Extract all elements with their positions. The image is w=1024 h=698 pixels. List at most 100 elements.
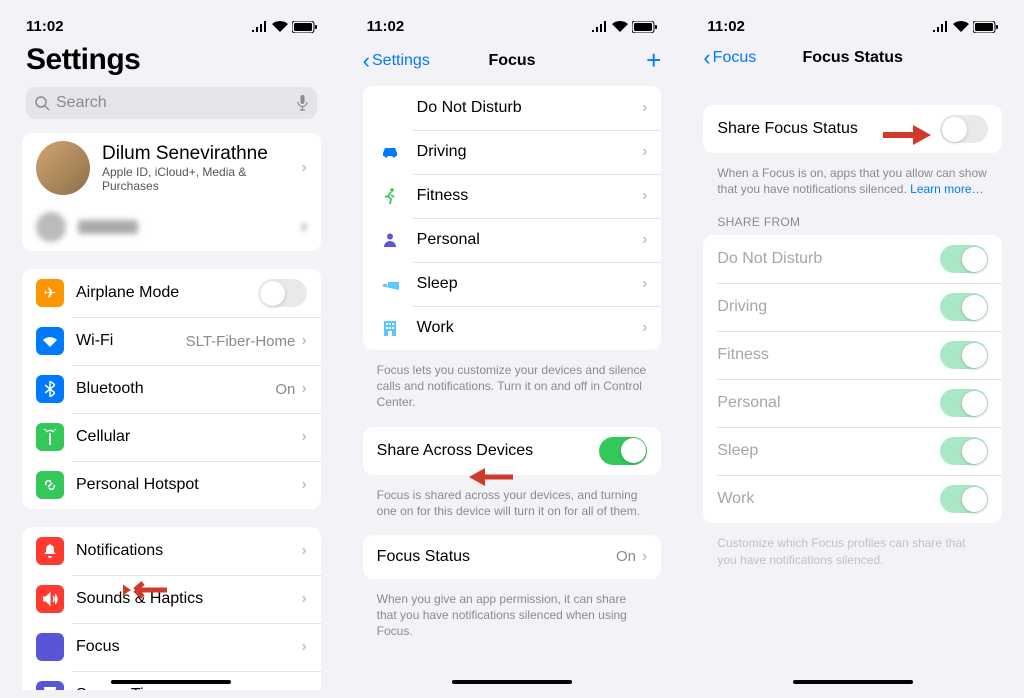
focus-mode-fitness[interactable]: Fitness›	[363, 174, 662, 218]
setting-row-sounds-haptics[interactable]: Sounds & Haptics›	[22, 575, 321, 623]
moon-icon	[36, 633, 64, 661]
row-label: Sleep	[717, 442, 940, 460]
status-bar: 11:02	[689, 8, 1016, 39]
setting-row-personal-hotspot[interactable]: Personal Hotspot›	[22, 461, 321, 509]
focus-mode-do-not-disturb[interactable]: Do Not Disturb›	[363, 86, 662, 130]
chevron-left-icon: ‹	[363, 48, 370, 74]
chevron-right-icon: ›	[642, 99, 647, 117]
share-from-driving[interactable]: Driving	[703, 283, 1002, 331]
row-label: Driving	[417, 143, 642, 161]
share-from-do-not-disturb[interactable]: Do Not Disturb	[703, 235, 1002, 283]
share-toggle[interactable]	[599, 437, 647, 465]
chevron-right-icon: ›	[301, 638, 306, 656]
toggle[interactable]	[940, 245, 988, 273]
share-from-section: Do Not Disturb Driving Fitness Personal Slee…	[703, 235, 1002, 523]
toggle[interactable]	[940, 437, 988, 465]
focus-mode-work[interactable]: Work›	[363, 306, 662, 350]
apple-id-row[interactable]: Dilum Senevirathne Apple ID, iCloud+, Me…	[22, 133, 321, 203]
focus-status-detail: On	[616, 548, 636, 565]
status-bar: 11:02	[349, 8, 676, 39]
avatar	[36, 141, 90, 195]
row-label: Sleep	[417, 275, 642, 293]
share-from-work[interactable]: Work	[703, 475, 1002, 523]
chevron-right-icon: ›	[642, 275, 647, 293]
screen-focus-status: 11:02 ‹Focus Focus Status Share Focus St…	[689, 8, 1016, 690]
chevron-right-icon: ›	[642, 187, 647, 205]
row-label: Personal	[717, 394, 940, 412]
row-detail: On	[275, 381, 295, 398]
profile-sub: Apple ID, iCloud+, Media & Purchases	[102, 165, 301, 193]
share-focus-status-row[interactable]: Share Focus Status	[703, 105, 1002, 153]
setting-row-cellular[interactable]: Cellular›	[22, 413, 321, 461]
status-icons	[932, 21, 998, 33]
notifications-section: Notifications›Sounds & Haptics›Focus›Scr…	[22, 527, 321, 690]
screen-focus: 11:02 ‹Settings Focus + Do Not Disturb›D…	[349, 8, 676, 690]
toggle[interactable]	[940, 485, 988, 513]
toggle[interactable]	[940, 341, 988, 369]
screen-settings: 11:02 Settings Search Dilum Senevirathne…	[8, 8, 335, 690]
link-icon	[36, 471, 64, 499]
share-from-fitness[interactable]: Fitness	[703, 331, 1002, 379]
home-indicator	[793, 680, 913, 685]
row-label: Fitness	[717, 346, 940, 364]
row-label: Personal Hotspot	[76, 476, 301, 494]
share-across-devices-row[interactable]: Share Across Devices	[363, 427, 662, 475]
row-label: Sounds & Haptics	[76, 590, 301, 608]
back-button[interactable]: ‹Settings	[363, 48, 430, 74]
nav-bar: ‹Settings Focus +	[349, 39, 676, 86]
row-label: Fitness	[417, 187, 642, 205]
share-from-personal[interactable]: Personal	[703, 379, 1002, 427]
run-icon	[377, 188, 403, 204]
row-label: Driving	[717, 298, 940, 316]
share-focus-status-toggle[interactable]	[940, 115, 988, 143]
row-label: Focus	[76, 638, 301, 656]
chevron-right-icon: ›	[301, 428, 306, 446]
share-from-sleep[interactable]: Sleep	[703, 427, 1002, 475]
person-icon	[377, 233, 403, 247]
add-button[interactable]: +	[646, 45, 661, 76]
chevron-right-icon: ›	[301, 686, 306, 690]
chevron-right-icon: ›	[301, 380, 306, 398]
nav-bar: ‹Focus Focus Status	[689, 39, 1016, 81]
share-focus-footer: When a Focus is on, apps that you allow …	[689, 159, 1016, 213]
focus-mode-sleep[interactable]: Sleep›	[363, 262, 662, 306]
row-label: Screen Time	[76, 686, 301, 690]
car-icon	[377, 146, 403, 158]
learn-more-link[interactable]: Learn more…	[910, 182, 983, 196]
share-devices-section: Share Across Devices	[363, 427, 662, 475]
setting-row-airplane-mode[interactable]: ✈︎Airplane Mode	[22, 269, 321, 317]
focus-mode-driving[interactable]: Driving›	[363, 130, 662, 174]
share-footer: Focus is shared across your devices, and…	[349, 481, 676, 535]
connectivity-section: ✈︎Airplane ModeWi-FiSLT-Fiber-Home›Bluet…	[22, 269, 321, 509]
share-from-footer: Customize which Focus profiles can share…	[689, 529, 1016, 583]
profile-section: Dilum Senevirathne Apple ID, iCloud+, Me…	[22, 133, 321, 251]
focus-mode-personal[interactable]: Personal›	[363, 218, 662, 262]
setting-row-wi-fi[interactable]: Wi-FiSLT-Fiber-Home›	[22, 317, 321, 365]
chevron-right-icon: ›	[642, 319, 647, 337]
toggle[interactable]	[259, 279, 307, 307]
focus-status-section: Focus Status On ›	[363, 535, 662, 579]
chevron-right-icon: ›	[301, 542, 306, 560]
profile-name: Dilum Senevirathne	[102, 143, 301, 165]
vol-icon	[36, 585, 64, 613]
focus-status-label: Focus Status	[377, 548, 616, 566]
toggle[interactable]	[940, 293, 988, 321]
page-title: Settings	[8, 39, 335, 85]
bed-icon	[377, 278, 403, 290]
setting-row-focus[interactable]: Focus›	[22, 623, 321, 671]
focus-status-row[interactable]: Focus Status On ›	[363, 535, 662, 579]
toggle[interactable]	[940, 389, 988, 417]
setting-row-bluetooth[interactable]: BluetoothOn ›	[22, 365, 321, 413]
status-footer: When you give an app permission, it can …	[349, 585, 676, 656]
mic-icon[interactable]	[297, 95, 308, 111]
setting-row-notifications[interactable]: Notifications›	[22, 527, 321, 575]
bldg-icon	[377, 321, 403, 336]
modes-footer: Focus lets you customize your devices an…	[349, 356, 676, 427]
bell-icon	[36, 537, 64, 565]
family-row-blurred[interactable]: ›	[22, 203, 321, 251]
row-label: Do Not Disturb	[717, 250, 940, 268]
focus-modes-section: Do Not Disturb›Driving›Fitness›Personal›…	[363, 86, 662, 350]
row-label: Bluetooth	[76, 380, 275, 398]
search-input[interactable]: Search	[26, 87, 317, 119]
back-button[interactable]: ‹Focus	[703, 45, 756, 71]
